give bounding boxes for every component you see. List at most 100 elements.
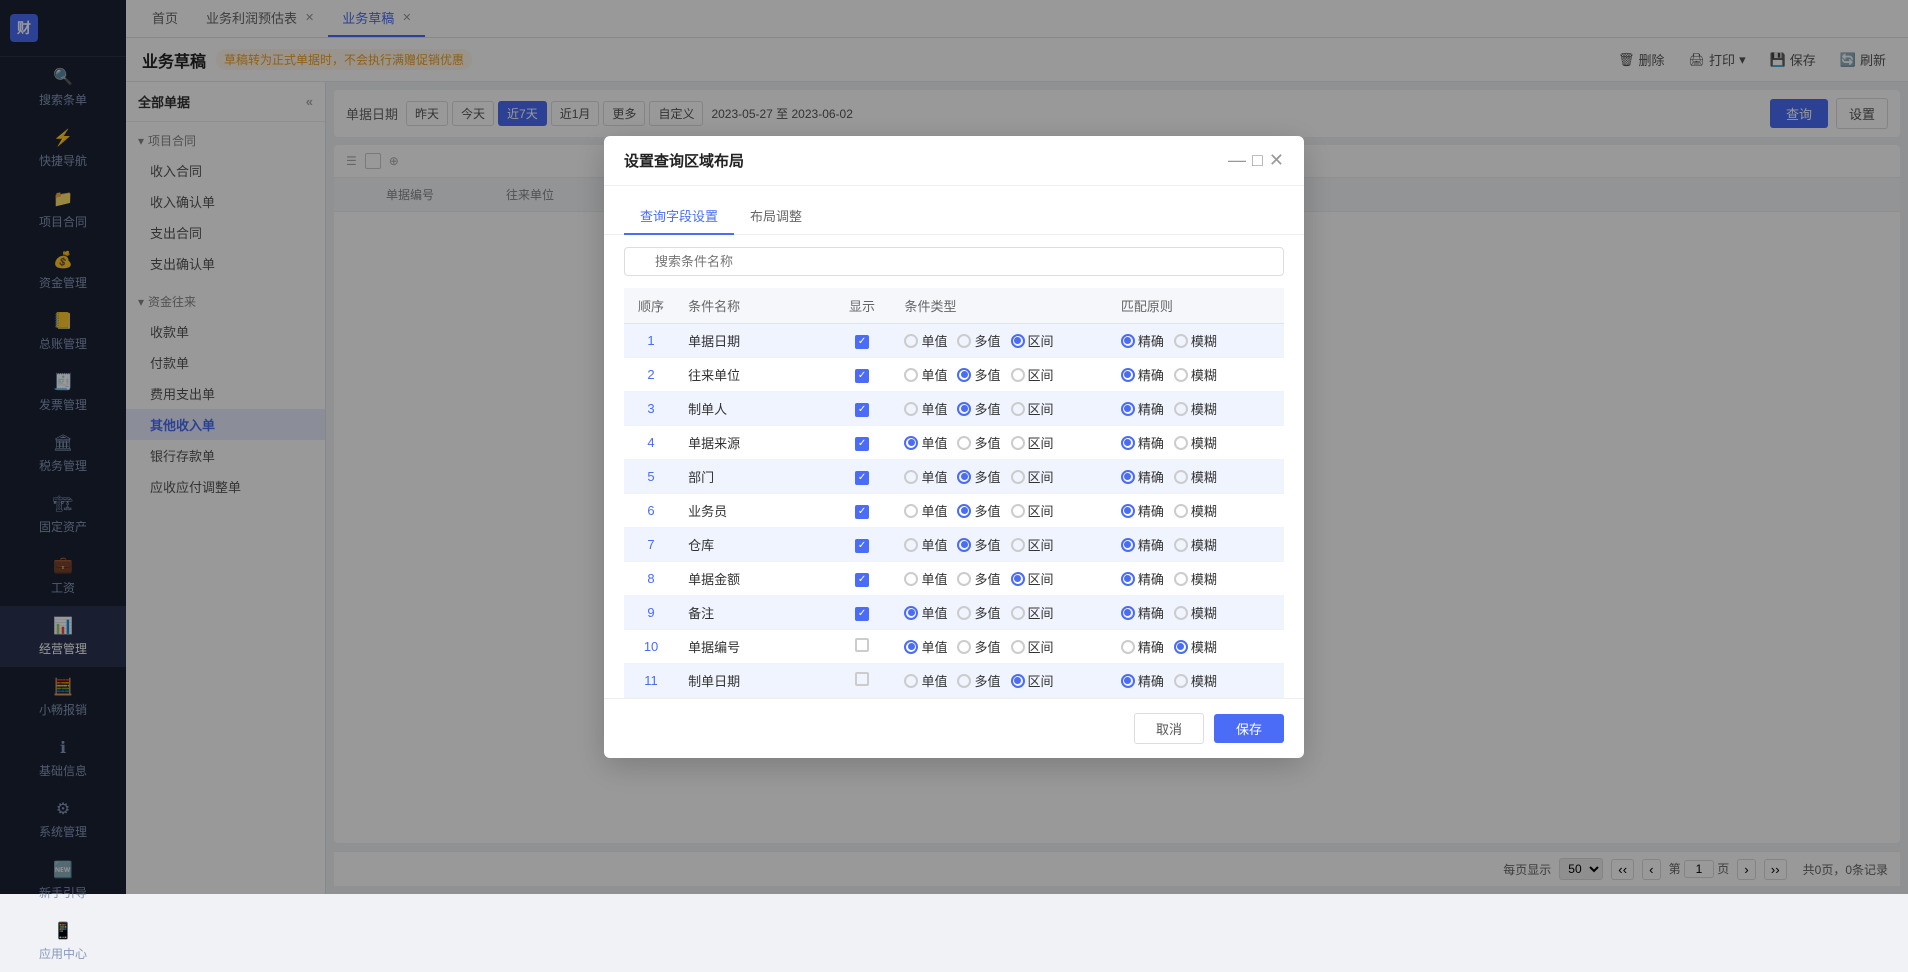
- cell-show-6[interactable]: [830, 494, 895, 528]
- radio-match-模糊-10[interactable]: 模糊: [1174, 637, 1217, 656]
- radio-type-单值-3[interactable]: 单值: [904, 399, 947, 418]
- radio-type-单值-6[interactable]: 单值: [904, 501, 947, 520]
- radio-type-单值-11[interactable]: 单值: [904, 671, 947, 690]
- radio-type-区间-9[interactable]: 区间: [1011, 603, 1054, 622]
- radio-type-区间-8[interactable]: 区间: [1011, 569, 1054, 588]
- radio-match-精确-8[interactable]: 精确: [1121, 569, 1164, 588]
- radio-type-区间-4[interactable]: 区间: [1011, 433, 1054, 452]
- checkbox-checked[interactable]: [855, 369, 869, 383]
- table-row: 6业务员单值多值区间精确模糊: [624, 494, 1284, 528]
- radio-type-多值-10[interactable]: 多值: [957, 637, 1000, 656]
- radio-type-多值-7[interactable]: 多值: [957, 535, 1000, 554]
- radio-type-区间-7[interactable]: 区间: [1011, 535, 1054, 554]
- radio-type-单值-8[interactable]: 单值: [904, 569, 947, 588]
- radio-type-单值-2[interactable]: 单值: [904, 365, 947, 384]
- radio-type-单值-10[interactable]: 单值: [904, 637, 947, 656]
- radio-match-模糊-2[interactable]: 模糊: [1174, 365, 1217, 384]
- cell-show-1[interactable]: [830, 324, 895, 358]
- radio-type-多值-4[interactable]: 多值: [957, 433, 1000, 452]
- radio-type-单值-5[interactable]: 单值: [904, 467, 947, 486]
- cell-type-9: 单值多值区间: [894, 596, 1110, 630]
- radio-type-区间-11[interactable]: 区间: [1011, 671, 1054, 690]
- radio-type-单值-7[interactable]: 单值: [904, 535, 947, 554]
- modal-save-button[interactable]: 保存: [1214, 714, 1284, 743]
- radio-circle: [1174, 470, 1188, 484]
- modal-minimize-icon[interactable]: —: [1228, 150, 1246, 171]
- radio-type-多值-6[interactable]: 多值: [957, 501, 1000, 520]
- radio-type-区间-5[interactable]: 区间: [1011, 467, 1054, 486]
- cell-show-4[interactable]: [830, 426, 895, 460]
- radio-match-精确-6[interactable]: 精确: [1121, 501, 1164, 520]
- radio-match-精确-5[interactable]: 精确: [1121, 467, 1164, 486]
- radio-type-单值-9[interactable]: 单值: [904, 603, 947, 622]
- radio-circle: [1174, 436, 1188, 450]
- radio-match-模糊-9[interactable]: 模糊: [1174, 603, 1217, 622]
- radio-match-精确-9[interactable]: 精确: [1121, 603, 1164, 622]
- radio-circle: [1011, 402, 1025, 416]
- radio-match-模糊-8[interactable]: 模糊: [1174, 569, 1217, 588]
- checkbox-unchecked[interactable]: [855, 638, 869, 652]
- radio-type-区间-3[interactable]: 区间: [1011, 399, 1054, 418]
- radio-type-多值-8[interactable]: 多值: [957, 569, 1000, 588]
- radio-type-多值-9[interactable]: 多值: [957, 603, 1000, 622]
- modal-tab-查询字段设置[interactable]: 查询字段设置: [624, 198, 734, 235]
- cell-show-11[interactable]: [830, 664, 895, 698]
- radio-type-单值-4[interactable]: 单值: [904, 433, 947, 452]
- cell-show-8[interactable]: [830, 562, 895, 596]
- checkbox-checked[interactable]: [855, 471, 869, 485]
- cell-show-2[interactable]: [830, 358, 895, 392]
- radio-type-多值-5[interactable]: 多值: [957, 467, 1000, 486]
- cell-show-7[interactable]: [830, 528, 895, 562]
- radio-match-精确-1[interactable]: 精确: [1121, 331, 1164, 350]
- cell-show-3[interactable]: [830, 392, 895, 426]
- checkbox-unchecked[interactable]: [855, 672, 869, 686]
- radio-match-模糊-6[interactable]: 模糊: [1174, 501, 1217, 520]
- radio-match-模糊-3[interactable]: 模糊: [1174, 399, 1217, 418]
- radio-type-多值-3[interactable]: 多值: [957, 399, 1000, 418]
- radio-match-模糊-5[interactable]: 模糊: [1174, 467, 1217, 486]
- modal-close-button[interactable]: ✕: [1269, 150, 1284, 171]
- radio-type-区间-10[interactable]: 区间: [1011, 637, 1054, 656]
- radio-type-多值-11[interactable]: 多值: [957, 671, 1000, 690]
- radio-circle: [1121, 640, 1135, 654]
- radio-match-模糊-4[interactable]: 模糊: [1174, 433, 1217, 452]
- checkbox-checked[interactable]: [855, 403, 869, 417]
- cancel-button[interactable]: 取消: [1134, 713, 1204, 744]
- modal-tab-布局调整[interactable]: 布局调整: [734, 198, 818, 235]
- radio-type-区间-6[interactable]: 区间: [1011, 501, 1054, 520]
- radio-circle: [1121, 436, 1135, 450]
- checkbox-checked[interactable]: [855, 437, 869, 451]
- radio-match-模糊-11[interactable]: 模糊: [1174, 671, 1217, 690]
- cell-show-10[interactable]: [830, 630, 895, 664]
- table-row: 5部门单值多值区间精确模糊: [624, 460, 1284, 494]
- radio-match-精确-3[interactable]: 精确: [1121, 399, 1164, 418]
- checkbox-checked[interactable]: [855, 335, 869, 349]
- radio-type-多值-1[interactable]: 多值: [957, 331, 1000, 350]
- checkbox-checked[interactable]: [855, 505, 869, 519]
- cell-show-9[interactable]: [830, 596, 895, 630]
- sidebar-item-app[interactable]: 📱应用中心: [0, 911, 126, 972]
- radio-type-区间-2[interactable]: 区间: [1011, 365, 1054, 384]
- checkbox-checked[interactable]: [855, 539, 869, 553]
- condition-search-input[interactable]: [624, 247, 1284, 276]
- radio-match-精确-11[interactable]: 精确: [1121, 671, 1164, 690]
- radio-type-多值-2[interactable]: 多值: [957, 365, 1000, 384]
- table-row: 3制单人单值多值区间精确模糊: [624, 392, 1284, 426]
- radio-circle: [957, 334, 971, 348]
- radio-type-单值-1[interactable]: 单值: [904, 331, 947, 350]
- checkbox-checked[interactable]: [855, 607, 869, 621]
- radio-match-精确-4[interactable]: 精确: [1121, 433, 1164, 452]
- radio-circle: [1011, 606, 1025, 620]
- cell-show-5[interactable]: [830, 460, 895, 494]
- radio-type-区间-1[interactable]: 区间: [1011, 331, 1054, 350]
- radio-circle: [904, 674, 918, 688]
- radio-match-精确-2[interactable]: 精确: [1121, 365, 1164, 384]
- checkbox-checked[interactable]: [855, 573, 869, 587]
- radio-match-精确-10[interactable]: 精确: [1121, 637, 1164, 656]
- modal-table-container: 顺序 条件名称 显示 条件类型 匹配原则 1单据日期单值多值区间精确模糊2往来单…: [604, 288, 1304, 698]
- radio-match-模糊-7[interactable]: 模糊: [1174, 535, 1217, 554]
- modal-maximize-icon[interactable]: □: [1252, 150, 1263, 171]
- radio-match-模糊-1[interactable]: 模糊: [1174, 331, 1217, 350]
- radio-match-精确-7[interactable]: 精确: [1121, 535, 1164, 554]
- cell-type-4: 单值多值区间: [894, 426, 1110, 460]
